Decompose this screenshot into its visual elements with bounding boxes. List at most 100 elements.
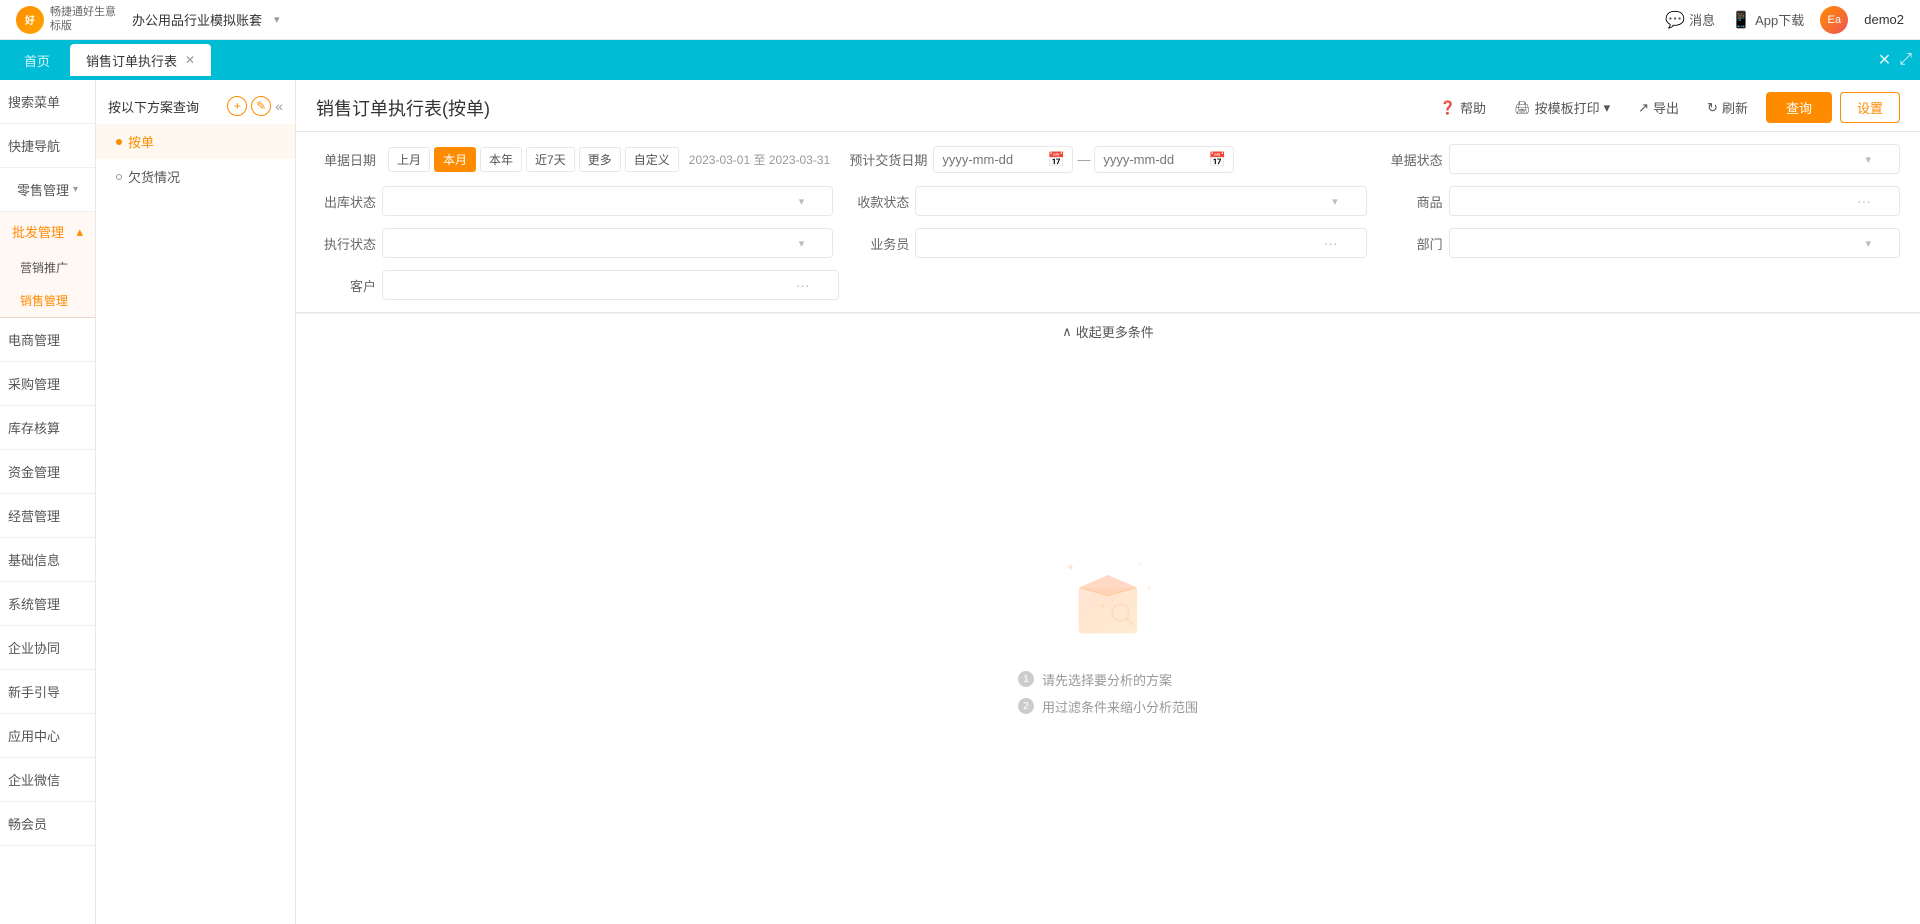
- sidebar-item-collab[interactable]: 企业协同: [0, 626, 95, 670]
- payment-status-arrow: ▾: [1332, 195, 1338, 208]
- payment-status-select[interactable]: ▾: [915, 186, 1366, 216]
- date-start-wrap: 📅: [933, 146, 1073, 173]
- print-button[interactable]: 🖨 按模板打印 ▾: [1504, 94, 1620, 121]
- sidebar-operations-label: 经营管理: [8, 506, 60, 525]
- order-status-select[interactable]: ▾: [1449, 144, 1900, 174]
- scheme-item-order[interactable]: 按单: [96, 124, 295, 159]
- sidebar-item-wholesale[interactable]: 批发管理 ▴: [0, 212, 95, 251]
- date-separator: —: [1077, 152, 1090, 167]
- salesperson-more-icon[interactable]: ···: [1324, 235, 1338, 251]
- tab-expand-icon[interactable]: ⤢: [1899, 51, 1912, 69]
- sidebar-item-member[interactable]: 畅会员: [0, 802, 95, 846]
- execution-status-select[interactable]: ▾: [382, 228, 833, 258]
- calendar-end-icon[interactable]: 📅: [1209, 151, 1226, 168]
- filter-expected-date-item: 预计交货日期 📅 — 📅: [849, 146, 1366, 173]
- help-icon: ❓: [1440, 100, 1456, 116]
- filter-order-status-item: 单据状态 ▾: [1383, 144, 1900, 174]
- left-panel-actions: + ✎ «: [227, 96, 283, 116]
- sidebar-item-system[interactable]: 系统管理: [0, 582, 95, 626]
- edit-scheme-button[interactable]: ✎: [251, 96, 271, 116]
- left-panel: 按以下方案查询 + ✎ « 按单: [96, 80, 296, 924]
- customer-label: 客户: [316, 276, 376, 295]
- goods-select[interactable]: ···: [1449, 186, 1900, 216]
- date-btn-this-year[interactable]: 本年: [480, 147, 522, 172]
- tab-bar-actions: ✕ ⤢: [1878, 50, 1912, 70]
- logo-area[interactable]: 好 畅捷通好生意 标版: [16, 6, 116, 34]
- left-panel-header: 按以下方案查询 + ✎ «: [96, 88, 295, 124]
- main-layout: 搜索菜单 快捷导航 零售管理 ▾ 批发管理 ▴ 营销推广 销售管理 电商管理 采…: [0, 80, 1920, 924]
- print-icon: 🖨: [1514, 100, 1531, 116]
- sidebar-item-app-center[interactable]: 应用中心: [0, 714, 95, 758]
- collapse-panel-button[interactable]: «: [275, 98, 283, 114]
- sidebar-ecommerce-label: 电商管理: [8, 330, 60, 349]
- export-label: 导出: [1653, 98, 1679, 117]
- filter-customer-item: 客户 ···: [316, 270, 839, 300]
- left-panel-title: 按以下方案查询: [108, 97, 199, 116]
- scheme-item-backorder-label: 欠货情况: [128, 167, 180, 186]
- content-area: 按以下方案查询 + ✎ « 按单: [96, 80, 1920, 924]
- message-button[interactable]: 💬 消息: [1665, 10, 1715, 30]
- add-scheme-button[interactable]: +: [227, 96, 247, 116]
- sidebar-item-operations[interactable]: 经营管理: [0, 494, 95, 538]
- delivery-status-select[interactable]: ▾: [382, 186, 833, 216]
- refresh-button[interactable]: ↻ 刷新: [1697, 94, 1758, 121]
- tab-sales-order[interactable]: 销售订单执行表 ✕: [70, 44, 211, 76]
- help-button[interactable]: ❓ 帮助: [1430, 94, 1496, 121]
- print-dropdown-icon[interactable]: ▾: [1604, 100, 1611, 116]
- logo-text: 畅捷通好生意 标版: [50, 6, 116, 32]
- add-icon: +: [234, 99, 241, 113]
- date-btn-this-month[interactable]: 本月: [434, 147, 476, 172]
- app-download-button[interactable]: 📱 App下载: [1731, 10, 1804, 30]
- date-buttons: 上月 本月 本年 近7天 更多 自定义: [388, 147, 679, 172]
- sidebar-item-marketing[interactable]: 营销推广: [0, 251, 95, 284]
- department-select[interactable]: ▾: [1449, 228, 1900, 258]
- date-btn-last-month[interactable]: 上月: [388, 147, 430, 172]
- sidebar-search-menu[interactable]: 搜索菜单: [0, 80, 95, 124]
- sidebar-item-basic-info[interactable]: 基础信息: [0, 538, 95, 582]
- empty-tip-2: 2 用过滤条件来缩小分析范围: [1018, 697, 1198, 716]
- query-button[interactable]: 查询: [1766, 92, 1832, 123]
- sidebar-item-purchase[interactable]: 采购管理: [0, 362, 95, 406]
- sidebar-item-inventory[interactable]: 库存核算: [0, 406, 95, 450]
- export-button[interactable]: ↗ 导出: [1628, 94, 1689, 121]
- sidebar-quick-nav-label: 快捷导航: [8, 136, 60, 155]
- refresh-icon: ↻: [1707, 100, 1718, 116]
- collapse-text: 收起更多条件: [1076, 322, 1154, 341]
- date-btn-more[interactable]: 更多: [579, 147, 621, 172]
- filter-row-4: 客户 ···: [316, 270, 1900, 300]
- customer-more-icon[interactable]: ···: [796, 277, 810, 293]
- setup-button[interactable]: 设置: [1840, 92, 1900, 123]
- sidebar-item-corp-wechat[interactable]: 企业微信: [0, 758, 95, 802]
- sidebar-item-finance[interactable]: 资金管理: [0, 450, 95, 494]
- salesperson-select[interactable]: ···: [915, 228, 1366, 258]
- user-avatar[interactable]: Ea: [1820, 6, 1848, 34]
- sidebar-quick-nav[interactable]: 快捷导航: [0, 124, 95, 168]
- filter-department-item: 部门 ▾: [1383, 228, 1900, 258]
- sidebar-item-newbie[interactable]: 新手引导: [0, 670, 95, 714]
- tab-sales-order-label: 销售订单执行表: [86, 51, 177, 70]
- date-btn-custom[interactable]: 自定义: [625, 147, 679, 172]
- order-status-label: 单据状态: [1383, 150, 1443, 169]
- sidebar-finance-label: 资金管理: [8, 462, 60, 481]
- sidebar-item-sales-mgmt[interactable]: 销售管理: [0, 284, 95, 317]
- tab-close-icon[interactable]: ✕: [185, 53, 195, 67]
- goods-more-icon[interactable]: ···: [1857, 193, 1871, 209]
- sidebar-wholesale-arrow: ▴: [76, 224, 83, 240]
- logo-icon: 好: [16, 6, 44, 34]
- tip-num-1: 1: [1018, 671, 1034, 687]
- app-download-label: App下载: [1755, 10, 1804, 29]
- username[interactable]: demo2: [1864, 12, 1904, 27]
- scheme-item-backorder[interactable]: 欠货情况: [96, 159, 295, 194]
- breadcrumb-dropdown-icon[interactable]: ▾: [274, 13, 280, 26]
- calendar-start-icon[interactable]: 📅: [1048, 151, 1065, 168]
- tab-home[interactable]: 首页: [8, 44, 66, 76]
- collapse-more-button[interactable]: ∧ 收起更多条件: [296, 313, 1920, 349]
- sidebar-item-retail[interactable]: 零售管理 ▾: [0, 168, 95, 212]
- sidebar-search-label: 搜索菜单: [8, 92, 60, 111]
- sidebar-item-ecommerce[interactable]: 电商管理: [0, 318, 95, 362]
- customer-select[interactable]: ···: [382, 270, 839, 300]
- collapse-icon: ∧: [1062, 324, 1072, 340]
- date-btn-7days[interactable]: 近7天: [526, 147, 575, 172]
- sidebar-member-label: 畅会员: [8, 814, 47, 833]
- tab-close-window-icon[interactable]: ✕: [1878, 50, 1891, 70]
